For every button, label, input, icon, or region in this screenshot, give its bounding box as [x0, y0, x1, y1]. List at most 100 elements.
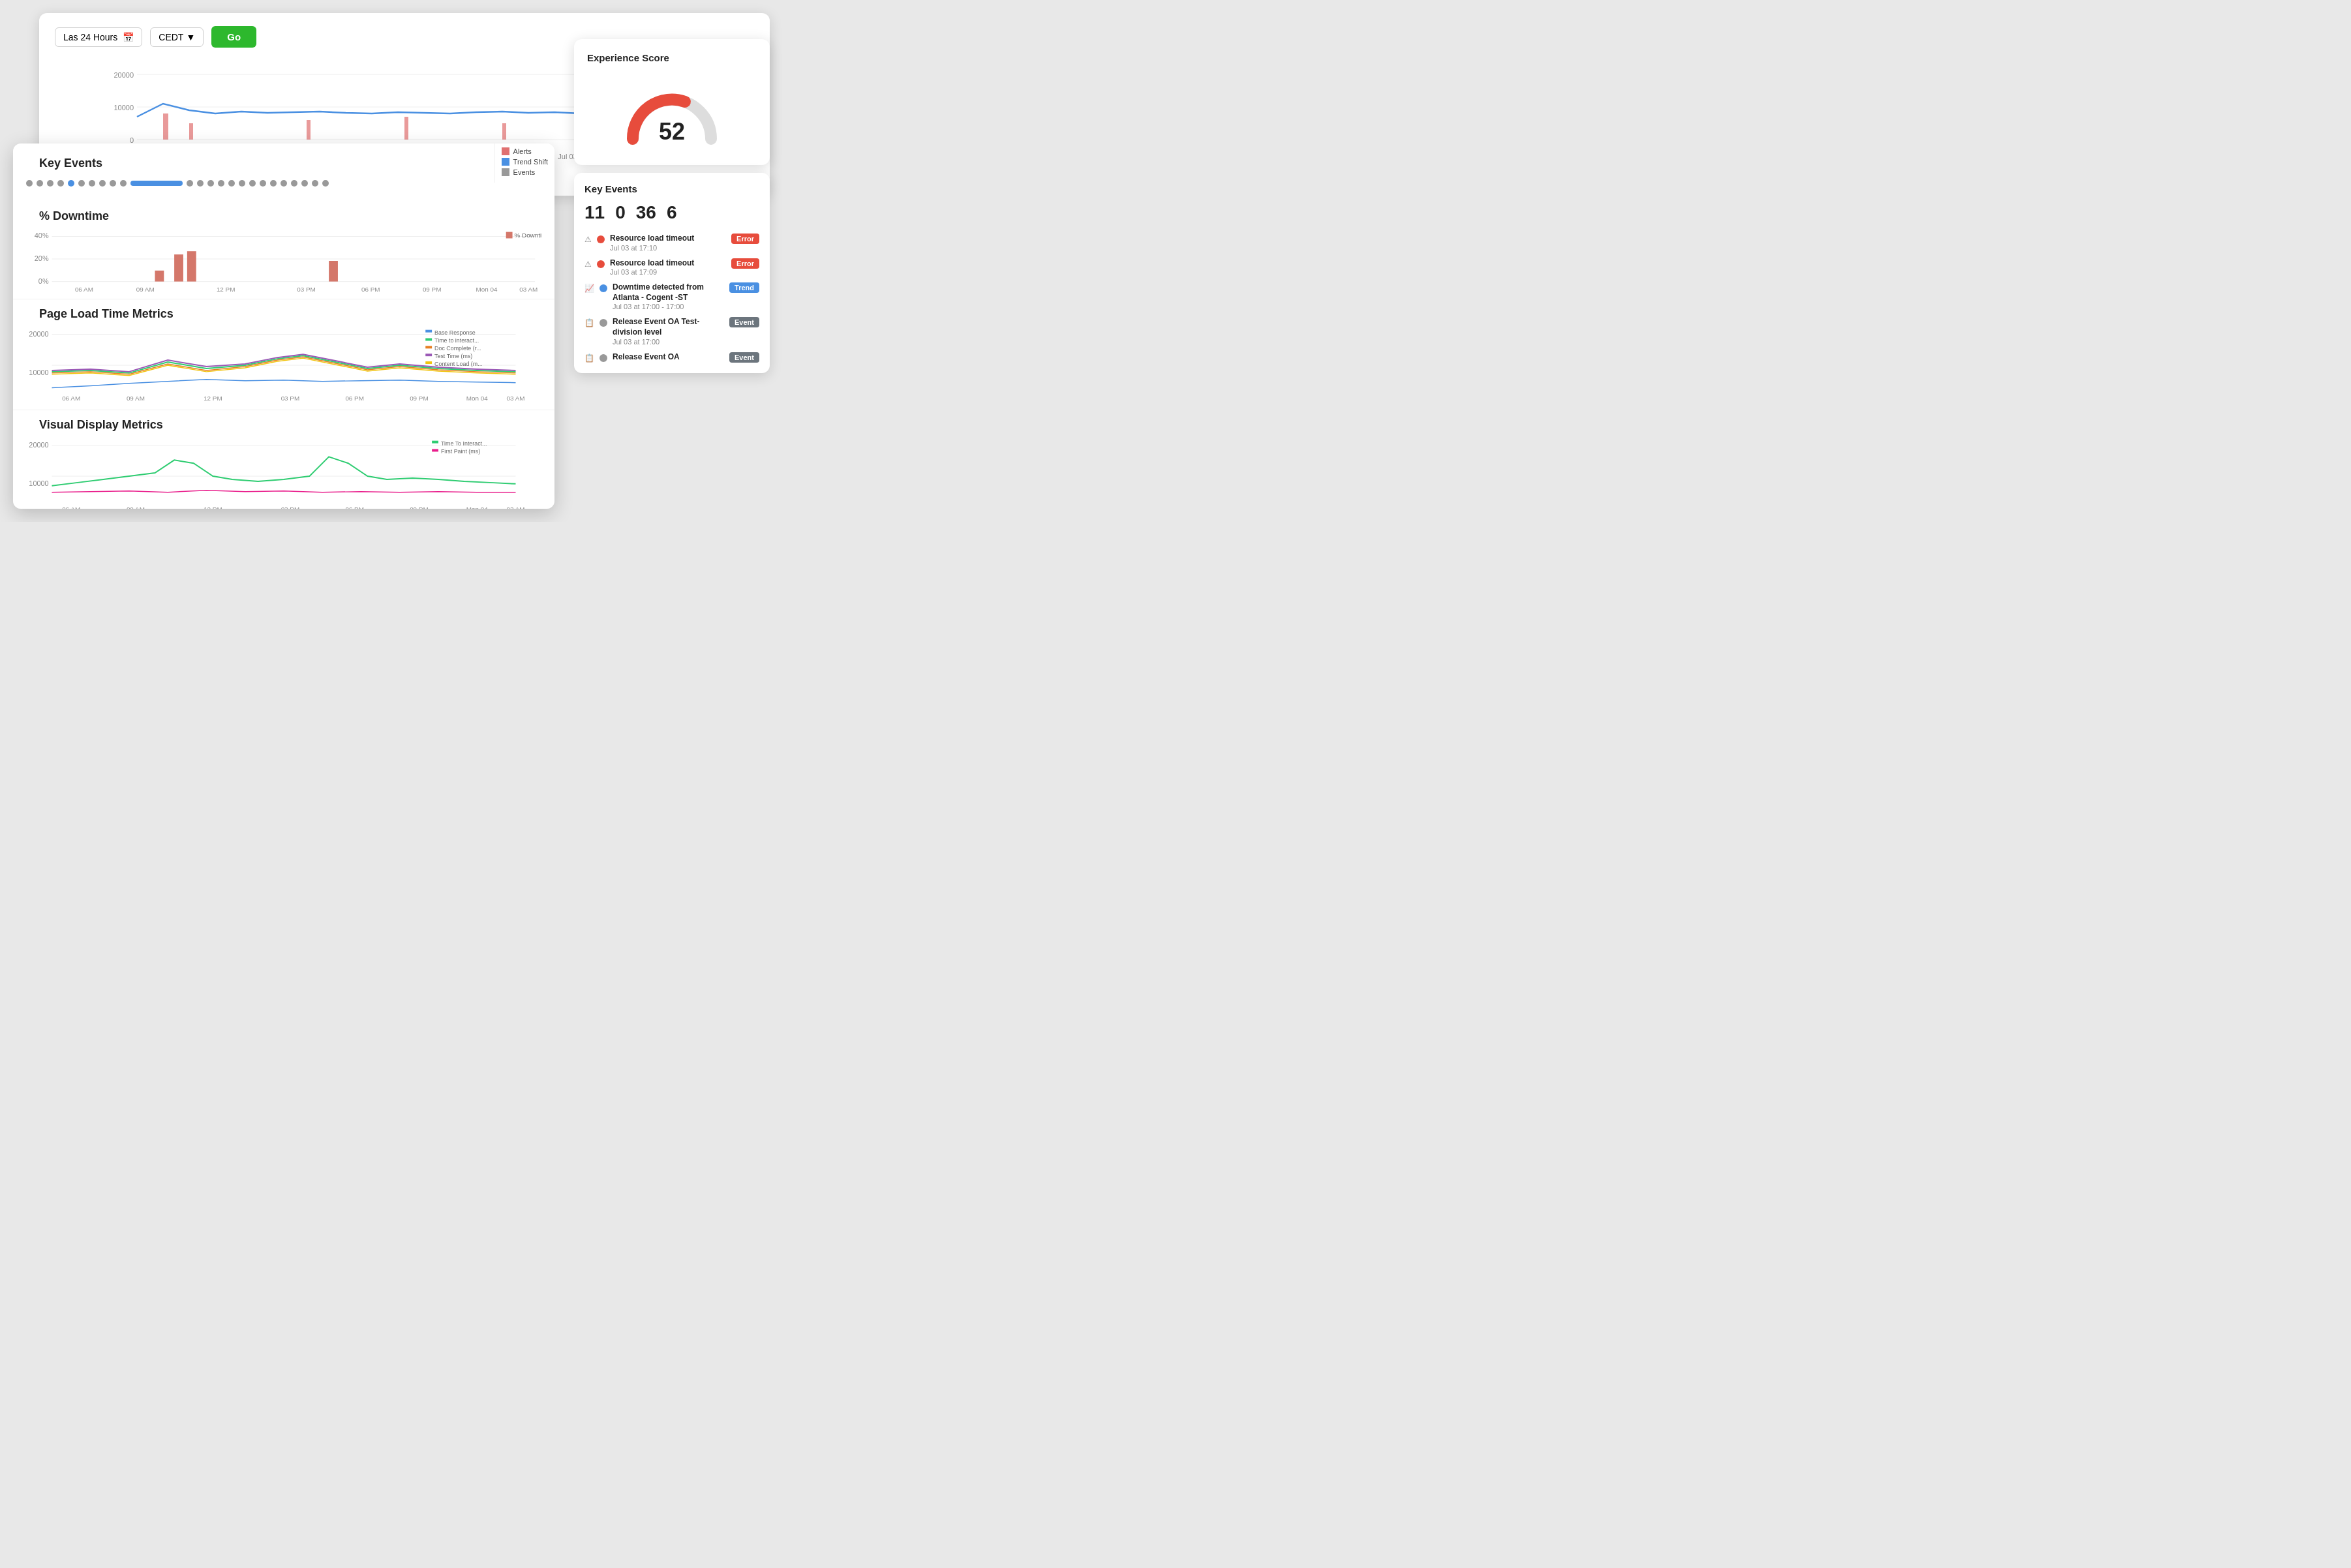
ke-event-text-2: Resource load timeout Jul 03 at 17:09 [610, 258, 726, 277]
alert-icon-2: ⚠ [584, 260, 592, 269]
legend-events-label: Events [513, 168, 536, 176]
svg-text:12 PM: 12 PM [204, 505, 222, 509]
ke-event-2: ⚠ Resource load timeout Jul 03 at 17:09 … [584, 258, 759, 277]
downtime-chart: 40% 20% 0% % Downtime 06 AM 09 AM 12 PM [26, 228, 541, 294]
event-dot [260, 180, 266, 187]
svg-rect-52 [425, 361, 432, 364]
event-dot [270, 180, 277, 187]
event-dot [301, 180, 308, 187]
event-dot-gray-2 [599, 354, 607, 362]
svg-text:03 AM: 03 AM [507, 395, 525, 402]
svg-text:03 AM: 03 AM [507, 505, 525, 509]
event-dot [110, 180, 116, 187]
dropdown-icon: ▼ [186, 32, 195, 42]
svg-text:03 PM: 03 PM [281, 395, 299, 402]
legend-alerts-label: Alerts [513, 147, 532, 155]
ke-event-text-4: Release Event OA Test-division level Jul… [613, 317, 724, 345]
legend-color-events [502, 168, 509, 176]
experience-score-card: Experience Score 52 [574, 39, 770, 165]
downtime-svg: 40% 20% 0% % Downtime 06 AM 09 AM 12 PM [26, 228, 541, 294]
ke-count-2: 0 [615, 202, 626, 223]
timezone-selector[interactable]: CEDT ▼ [150, 27, 204, 47]
svg-text:% Downtime: % Downtime [515, 232, 541, 239]
main-card: Key Events [13, 143, 554, 509]
svg-text:Content Load (m...: Content Load (m... [434, 361, 483, 367]
key-events-legend: Alerts Trend Shift Events [494, 143, 554, 183]
legend-color-trend [502, 158, 509, 166]
right-panel: Experience Score 52 Key Events 11 0 36 [574, 39, 770, 373]
gauge-container: 52 [587, 74, 757, 152]
legend-trend: Trend Shift [502, 158, 548, 166]
svg-text:Test Time (ms): Test Time (ms) [434, 353, 472, 359]
page-load-title: Page Load Time Metrics [26, 307, 541, 321]
visual-display-svg: 20000 10000 Time To Interact... First Pa… [26, 437, 541, 509]
event-dot-red-1 [597, 235, 605, 243]
event-dot [281, 180, 287, 187]
ke-event-name-5: Release Event OA [613, 352, 724, 363]
svg-rect-30 [506, 232, 513, 239]
svg-text:Mon 04: Mon 04 [476, 286, 498, 293]
svg-rect-10 [502, 123, 506, 140]
time-range-label: Las 24 Hours [63, 32, 117, 42]
ke-count-num-3: 36 [636, 202, 656, 223]
event-dot [228, 180, 235, 187]
ke-count-4: 6 [667, 202, 677, 223]
svg-text:09 AM: 09 AM [136, 286, 155, 293]
ke-event-4: 📋 Release Event OA Test-division level J… [584, 317, 759, 345]
event-dot [57, 180, 64, 187]
svg-text:Mon 04: Mon 04 [466, 505, 488, 509]
event-dot [47, 180, 53, 187]
ke-event-text-1: Resource load timeout Jul 03 at 17:10 [610, 234, 726, 252]
svg-text:Time To Interact...: Time To Interact... [441, 440, 487, 447]
svg-rect-44 [425, 330, 432, 333]
trend-icon-1: 📈 [584, 284, 594, 293]
ke-event-time-3: Jul 03 at 17:00 - 17:00 [613, 303, 724, 310]
ke-event-3: 📈 Downtime detected from Atlanta - Cogen… [584, 282, 759, 310]
event-dot [218, 180, 224, 187]
ke-badge-event-1: Event [729, 317, 759, 327]
svg-text:09 PM: 09 PM [410, 505, 429, 509]
svg-rect-7 [189, 123, 193, 140]
svg-text:06 AM: 06 AM [75, 286, 93, 293]
legend-trend-label: Trend Shift [513, 158, 548, 166]
ke-event-text-5: Release Event OA [613, 352, 724, 363]
event-dot [37, 180, 43, 187]
event-dot-blue-1 [599, 284, 607, 292]
svg-rect-66 [432, 441, 438, 444]
experience-score-value: 52 [659, 118, 685, 145]
ke-event-name-1: Resource load timeout [610, 234, 726, 244]
event-dot [312, 180, 318, 187]
go-button[interactable]: Go [211, 26, 256, 48]
event-trend-line [130, 181, 183, 186]
svg-text:10000: 10000 [114, 104, 134, 112]
ke-badge-event-2: Event [729, 352, 759, 363]
svg-text:09 AM: 09 AM [127, 395, 145, 402]
svg-rect-68 [432, 449, 438, 452]
svg-text:12 PM: 12 PM [204, 395, 222, 402]
event-dot [249, 180, 256, 187]
svg-text:06 AM: 06 AM [62, 395, 80, 402]
svg-text:Time to interact...: Time to interact... [434, 337, 479, 344]
svg-text:0%: 0% [38, 277, 49, 285]
alert-icon-1: ⚠ [584, 235, 592, 244]
page-load-svg: 20000 10000 Base Response Time [26, 326, 541, 404]
svg-text:12 PM: 12 PM [217, 286, 235, 293]
event-dot [197, 180, 204, 187]
svg-text:09 PM: 09 PM [410, 395, 429, 402]
ke-badge-trend-1: Trend [729, 282, 759, 293]
key-events-list: ⚠ Resource load timeout Jul 03 at 17:10 … [584, 234, 759, 363]
svg-text:06 PM: 06 PM [361, 286, 380, 293]
event-dot [120, 180, 127, 187]
svg-rect-28 [187, 251, 196, 281]
legend-color-alerts [502, 147, 509, 155]
svg-text:09 PM: 09 PM [423, 286, 442, 293]
ke-event-name-3: Downtime detected from Atlanta - Cogent … [613, 282, 724, 303]
svg-text:10000: 10000 [29, 369, 48, 376]
visual-display-section: Visual Display Metrics 20000 10000 Time … [13, 413, 554, 509]
event-dot [187, 180, 193, 187]
svg-text:First Paint (ms): First Paint (ms) [441, 448, 480, 455]
legend-alerts: Alerts [502, 147, 548, 155]
time-range-selector[interactable]: Las 24 Hours 📅 [55, 27, 142, 47]
ke-event-text-3: Downtime detected from Atlanta - Cogent … [613, 282, 724, 310]
svg-rect-29 [329, 261, 338, 282]
